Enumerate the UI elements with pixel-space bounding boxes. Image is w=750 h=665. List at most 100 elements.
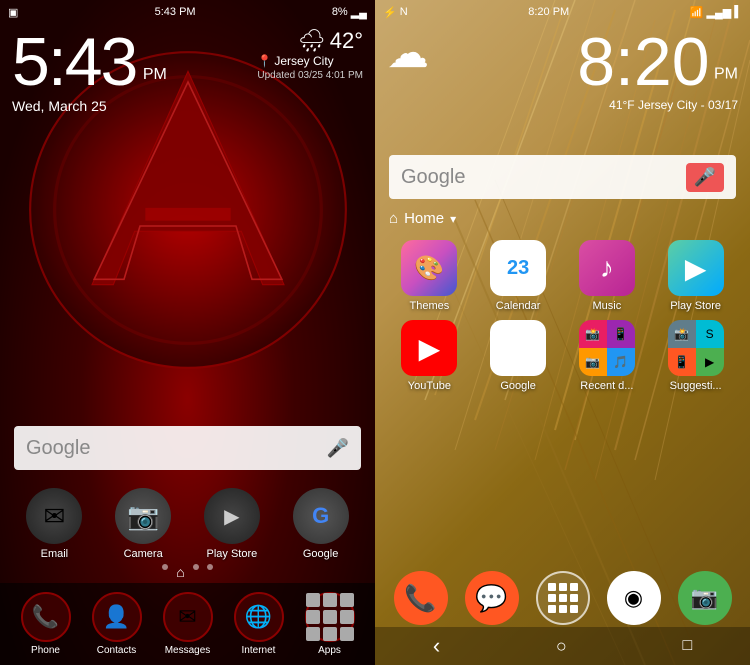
app-camera[interactable]: 📷 Camera — [115, 488, 171, 560]
app-suggest[interactable]: 📸 S 📱 ▶ Suggesti... — [662, 320, 730, 392]
home-button[interactable]: ○ — [556, 636, 567, 657]
g7 — [306, 627, 320, 641]
clock-left: 5:43 PM Wed, March 25 — [12, 28, 167, 114]
g3 — [340, 593, 354, 607]
phone-icon: 📞 — [21, 592, 71, 642]
mc4: 🎵 — [607, 348, 635, 376]
signal-icon-right: ▂▄▆ — [706, 6, 731, 19]
app-play-store[interactable]: ▶ Play Store — [204, 488, 260, 560]
date-right: 41°F Jersey City - 03/17 — [577, 98, 738, 112]
time-display-left: 5:43 — [12, 24, 136, 100]
apps-row-right-2: ▶ YouTube Google 📸 📱 📷 🎵 — [381, 320, 744, 392]
status-right-icons: 8% ▂▄ — [332, 6, 367, 19]
g5 — [323, 610, 337, 624]
contacts-icon: 👤 — [92, 592, 142, 642]
youtube-label: YouTube — [408, 380, 451, 392]
apps-row-right-1: 🎨 Themes 23 Calendar ♪ Music ▶ Play Stor… — [381, 240, 744, 312]
apps-dots-right — [548, 583, 578, 613]
g4 — [306, 610, 320, 624]
themes-icon: 🎨 — [401, 240, 457, 296]
status-time-left: 5:43 PM — [155, 6, 196, 18]
mc1: 📸 — [579, 320, 607, 348]
app-recent[interactable]: 📸 📱 📷 🎵 Recent d... — [573, 320, 641, 392]
ms3: 📱 — [668, 348, 696, 376]
signal-icon: ▂▄ — [351, 6, 367, 19]
recent-icon: 📸 📱 📷 🎵 — [579, 320, 635, 376]
search-bar-right[interactable]: Google 🎤 — [389, 155, 736, 199]
app-calendar[interactable]: 23 Calendar — [484, 240, 552, 312]
date-left: Wed, March 25 — [12, 98, 167, 114]
mic-icon-right[interactable]: 🎤 — [686, 163, 724, 192]
suggest-icon: 📸 S 📱 ▶ — [668, 320, 724, 376]
email-icon: ✉ — [26, 488, 82, 544]
nfc-icon: N — [400, 6, 408, 18]
home-icon: ⌂ — [389, 210, 398, 227]
apps-grid-dots — [306, 593, 354, 641]
ms2: S — [696, 320, 724, 348]
left-phone: ▣ 5:43 PM 8% ▂▄ 5:43 PM Wed, March 25 🌧 … — [0, 0, 375, 665]
dock-camera-right[interactable]: 📷 — [678, 571, 732, 625]
home-bar[interactable]: ⌂ Home ▾ — [389, 210, 456, 227]
recents-button[interactable]: □ — [682, 637, 692, 655]
play-store-icon: ▶ — [204, 488, 260, 544]
home-label: Home — [404, 210, 444, 227]
nav-bar-right: ‹ ○ □ — [375, 627, 750, 665]
mic-icon-left[interactable]: 🎤 — [327, 438, 349, 459]
weather-icon-right: ☁ — [387, 28, 429, 77]
app-play-store-right[interactable]: ▶ Play Store — [662, 240, 730, 312]
right-phone: ⚡ N 8:20 PM 📶 ▂▄▆ ▌ ☁ 8:20 PM 41°F Jerse… — [375, 0, 750, 665]
g1 — [306, 593, 320, 607]
dock-messages-right[interactable]: 💬 — [465, 571, 519, 625]
youtube-icon: ▶ — [401, 320, 457, 376]
search-bar-left[interactable]: Google 🎤 — [14, 426, 361, 470]
weather-updated: Updated 03/25 4:01 PM — [257, 70, 363, 81]
dock-internet[interactable]: 🌐 Internet — [234, 592, 284, 656]
internet-label: Internet — [242, 645, 276, 656]
dock-apps[interactable]: Apps — [305, 592, 355, 656]
weather-left: 🌧 42° 📍 Jersey City Updated 03/25 4:01 P… — [257, 28, 363, 81]
app-google[interactable]: G Google — [293, 488, 349, 560]
play-store-icon-right: ▶ — [668, 240, 724, 296]
app-music[interactable]: ♪ Music — [573, 240, 641, 312]
dock-messages[interactable]: ✉ Messages — [163, 592, 213, 656]
ampm-left: PM — [143, 66, 167, 83]
dock-contacts[interactable]: 👤 Contacts — [92, 592, 142, 656]
dock-right: 📞 💬 ◉ 📷 — [375, 571, 750, 625]
apps-grid-right: 🎨 Themes 23 Calendar ♪ Music ▶ Play Stor… — [375, 240, 750, 400]
google-icon-left: G — [293, 488, 349, 544]
page-dots-left: ⌂ — [0, 564, 375, 580]
chevron-down-icon: ▾ — [450, 212, 456, 226]
calendar-label: Calendar — [496, 300, 541, 312]
back-button[interactable]: ‹ — [433, 633, 440, 659]
dock-apps-right[interactable] — [536, 571, 590, 625]
recent-label: Recent d... — [580, 380, 633, 392]
dock-phone[interactable]: 📞 Phone — [21, 592, 71, 656]
messages-icon: ✉ — [163, 592, 213, 642]
apps-label: Apps — [318, 645, 341, 656]
camera-label: Camera — [124, 548, 163, 560]
dock-chrome-right[interactable]: ◉ — [607, 571, 661, 625]
location-left: 📍 Jersey City — [257, 54, 363, 68]
dock-phone-right[interactable]: 📞 — [394, 571, 448, 625]
g6 — [340, 610, 354, 624]
google-label-left: Google — [303, 548, 338, 560]
app-google-right[interactable]: Google — [484, 320, 552, 392]
app-email[interactable]: ✉ Email — [26, 488, 82, 560]
calendar-icon: 23 — [490, 240, 546, 296]
dot-4 — [207, 564, 213, 570]
g9 — [340, 627, 354, 641]
apps-grid-icon — [305, 592, 355, 642]
app-youtube[interactable]: ▶ YouTube — [395, 320, 463, 392]
google-icon-right — [490, 320, 546, 376]
dot-1 — [162, 564, 168, 570]
dock-left: 📞 Phone 👤 Contacts ✉ Messages 🌐 Internet — [0, 583, 375, 665]
music-label: Music — [593, 300, 622, 312]
app-themes[interactable]: 🎨 Themes — [395, 240, 463, 312]
phone-label: Phone — [31, 645, 60, 656]
status-bar-right: ⚡ N 8:20 PM 📶 ▂▄▆ ▌ — [375, 0, 750, 24]
time-display-right: 8:20 — [577, 24, 709, 100]
weather-right: ☁ — [387, 28, 429, 77]
email-label: Email — [41, 548, 69, 560]
g8 — [323, 627, 337, 641]
dot-home: ⌂ — [176, 564, 184, 580]
